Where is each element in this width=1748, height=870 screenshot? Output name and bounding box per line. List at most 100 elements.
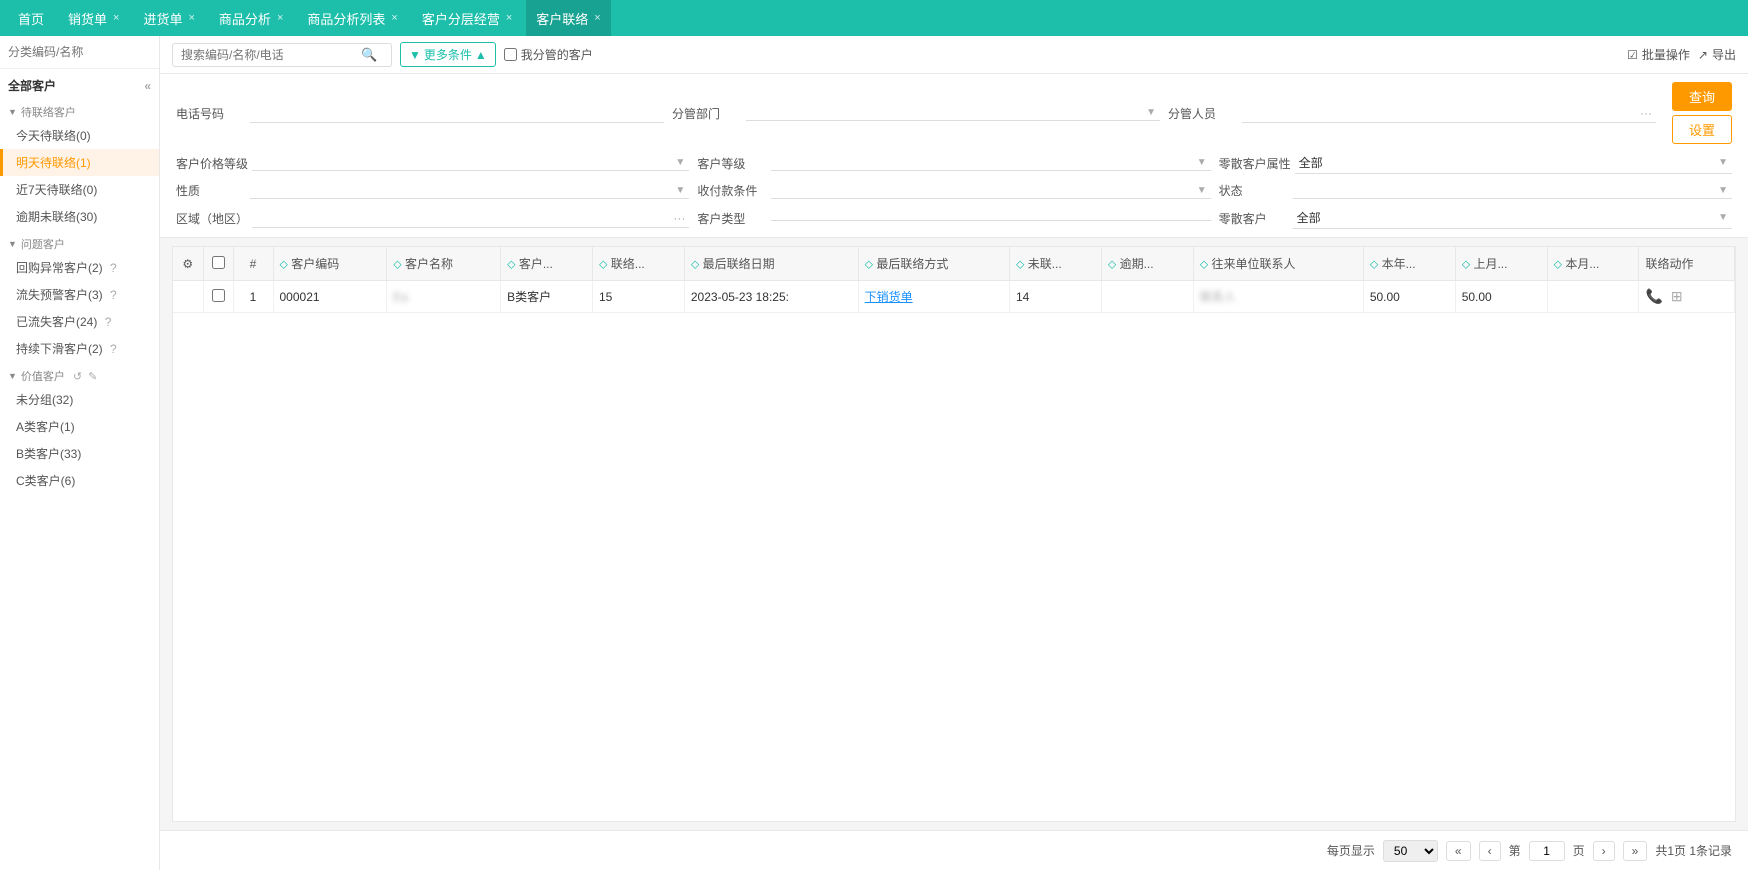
page-label: 第 [1509, 842, 1521, 859]
page-unit: 页 [1573, 842, 1585, 859]
sidebar-item-declining[interactable]: 持续下滑客户(2) ? [0, 335, 159, 362]
sidebar-item-ungrouped[interactable]: 未分组(32) [0, 386, 159, 413]
th-last-way[interactable]: ⬦ 最后联络方式 [858, 247, 1009, 281]
sidebar-item-7days-contact[interactable]: 近7天待联络(0) [0, 176, 159, 203]
close-product-analysis-icon[interactable]: × [277, 12, 283, 24]
row-type: B类客户 [501, 281, 593, 313]
filter-retail-customer: 零散客户 全部 ▼ [1219, 207, 1732, 229]
th-name[interactable]: ⬦ 客户名称 [387, 247, 501, 281]
set-button[interactable]: 设置 [1672, 115, 1732, 144]
sidebar-item-c-class[interactable]: C类客户(6) [0, 467, 159, 494]
first-page-btn[interactable]: « [1446, 841, 1471, 861]
filter-dept-select[interactable]: ▼ [746, 105, 1160, 121]
collapse-icon[interactable]: « [144, 79, 151, 93]
my-customers-checkbox[interactable] [504, 48, 517, 61]
th-type[interactable]: ⬦ 客户... [501, 247, 593, 281]
filter-icon: ▼ [409, 48, 421, 62]
help-icon-1[interactable]: ? [110, 261, 117, 275]
th-last-month[interactable]: ⬦ 上月... [1455, 247, 1547, 281]
nav-home[interactable]: 首页 [8, 0, 54, 36]
close-customer-layering-icon[interactable]: × [506, 12, 512, 24]
edit-value-group-icon[interactable]: ✎ [88, 370, 97, 383]
nav-purchase-order[interactable]: 进货单 × [133, 0, 204, 36]
th-this-month[interactable]: ⬦ 本月... [1547, 247, 1639, 281]
filter-row-4: 区域（地区） ··· 客户类型 零散客户 全部 ▼ [176, 207, 1732, 229]
select-all-checkbox[interactable] [212, 256, 225, 269]
sidebar-item-overdue-contact[interactable]: 逾期未联络(30) [0, 203, 159, 230]
th-contact[interactable]: ⬦ 联络... [592, 247, 684, 281]
filter-retail-customer-label: 零散客户 [1219, 210, 1289, 227]
filter-price-level-select[interactable]: ▼ [252, 155, 689, 171]
filter-region-select[interactable]: ··· [252, 209, 689, 228]
th-check[interactable] [203, 247, 233, 281]
more-conditions-btn[interactable]: ▼ 更多条件 ▲ [400, 42, 496, 67]
sort-icon-overdue: ⬦ [1108, 257, 1116, 271]
filter-region: 区域（地区） ··· [176, 209, 689, 228]
th-year[interactable]: ⬦ 本年... [1363, 247, 1455, 281]
th-gear[interactable]: ⚙ [173, 247, 203, 281]
th-unit-contact[interactable]: ⬦ 往来单位联系人 [1193, 247, 1363, 281]
help-icon-3[interactable]: ? [105, 315, 112, 329]
close-purchase-order-icon[interactable]: × [188, 12, 194, 24]
nav-product-analysis[interactable]: 商品分析 × [209, 0, 293, 36]
close-customer-contact-icon[interactable]: × [594, 12, 600, 24]
batch-ops-btn[interactable]: ☑ 批量操作 [1627, 46, 1690, 63]
filter-person-select[interactable]: ··· [1242, 104, 1656, 123]
th-last-date[interactable]: ⬦ 最后联络日期 [684, 247, 858, 281]
prev-page-btn[interactable]: ‹ [1479, 841, 1501, 861]
filter-phone: 电话号码 [176, 104, 664, 123]
sidebar-item-a-class[interactable]: A类客户(1) [0, 413, 159, 440]
filter-person-label: 分管人员 [1168, 105, 1238, 122]
per-page-select[interactable]: 50 100 200 [1383, 840, 1438, 862]
th-overdue[interactable]: ⬦ 逾期... [1101, 247, 1193, 281]
top-nav: 首页 销货单 × 进货单 × 商品分析 × 商品分析列表 × 客户分层经营 × … [0, 0, 1748, 36]
filter-customer-level-select[interactable]: ▼ [771, 155, 1210, 171]
nav-sales-order[interactable]: 销货单 × [58, 0, 129, 36]
search-input[interactable] [181, 48, 361, 62]
retail-customer-dropdown-icon: ▼ [1718, 212, 1728, 223]
filter-retail-customer-select[interactable]: 全部 ▼ [1293, 207, 1732, 229]
region-dots-icon[interactable]: ··· [673, 211, 685, 225]
sort-icon-way: ⬦ [865, 257, 873, 271]
close-product-analysis-list-icon[interactable]: × [391, 12, 397, 24]
last-page-btn[interactable]: » [1623, 841, 1648, 861]
refresh-icon[interactable]: ↺ [73, 370, 82, 383]
table-row: 1 000021 Ea B类客户 15 2023-05-23 18:25: 下销… [173, 281, 1735, 313]
sidebar-search-input[interactable] [8, 45, 160, 59]
search-icon[interactable]: 🔍 [361, 47, 377, 63]
row-last-way[interactable]: 下销货单 [858, 281, 1009, 313]
help-icon-4[interactable]: ? [110, 342, 117, 356]
nav-customer-contact[interactable]: 客户联络 × [526, 0, 610, 36]
query-button[interactable]: 查询 [1672, 82, 1732, 111]
all-customers-header[interactable]: 全部客户 « [0, 69, 159, 98]
filter-payment-select[interactable]: ▼ [771, 183, 1210, 199]
filter-status-select[interactable]: ▼ [1293, 183, 1732, 199]
sort-icon-type: ⬦ [507, 257, 515, 271]
help-icon-2[interactable]: ? [110, 288, 117, 302]
sort-icon-uncontacted: ⬦ [1016, 257, 1024, 271]
next-page-btn[interactable]: › [1593, 841, 1615, 861]
sidebar-item-b-class[interactable]: B类客户(33) [0, 440, 159, 467]
sidebar-item-churned[interactable]: 已流失客户(24) ? [0, 308, 159, 335]
export-btn[interactable]: ↗ 导出 [1698, 46, 1736, 63]
th-uncontacted[interactable]: ⬦ 未联... [1009, 247, 1101, 281]
sidebar-item-churn-warning[interactable]: 流失预警客户(3) ? [0, 281, 159, 308]
filter-customer-type-select[interactable] [771, 216, 1210, 221]
grid-action-icon[interactable]: ⊞ [1671, 288, 1683, 305]
last-way-link[interactable]: 下销货单 [865, 290, 913, 304]
filter-customer-type-label: 客户类型 [697, 210, 767, 227]
sidebar-item-repurchase-abnormal[interactable]: 回购异常客户(2) ? [0, 254, 159, 281]
close-sales-order-icon[interactable]: × [113, 12, 119, 24]
filter-phone-input[interactable] [250, 104, 664, 123]
nav-customer-layering[interactable]: 客户分层经营 × [412, 0, 522, 36]
page-input[interactable] [1529, 841, 1565, 861]
filter-retail-attr-select[interactable]: 全部 ▼ [1295, 152, 1732, 174]
filter-gender-select[interactable]: ▼ [250, 183, 689, 199]
person-dots-icon[interactable]: ··· [1640, 106, 1652, 120]
th-code[interactable]: ⬦ 客户编码 [273, 247, 387, 281]
row-checkbox[interactable] [212, 289, 225, 302]
sidebar-item-tomorrow-contact[interactable]: 明天待联络(1) [0, 149, 159, 176]
sidebar-item-today-contact[interactable]: 今天待联络(0) [0, 122, 159, 149]
phone-action-icon[interactable]: 📞 [1645, 288, 1662, 305]
nav-product-analysis-list[interactable]: 商品分析列表 × [297, 0, 407, 36]
